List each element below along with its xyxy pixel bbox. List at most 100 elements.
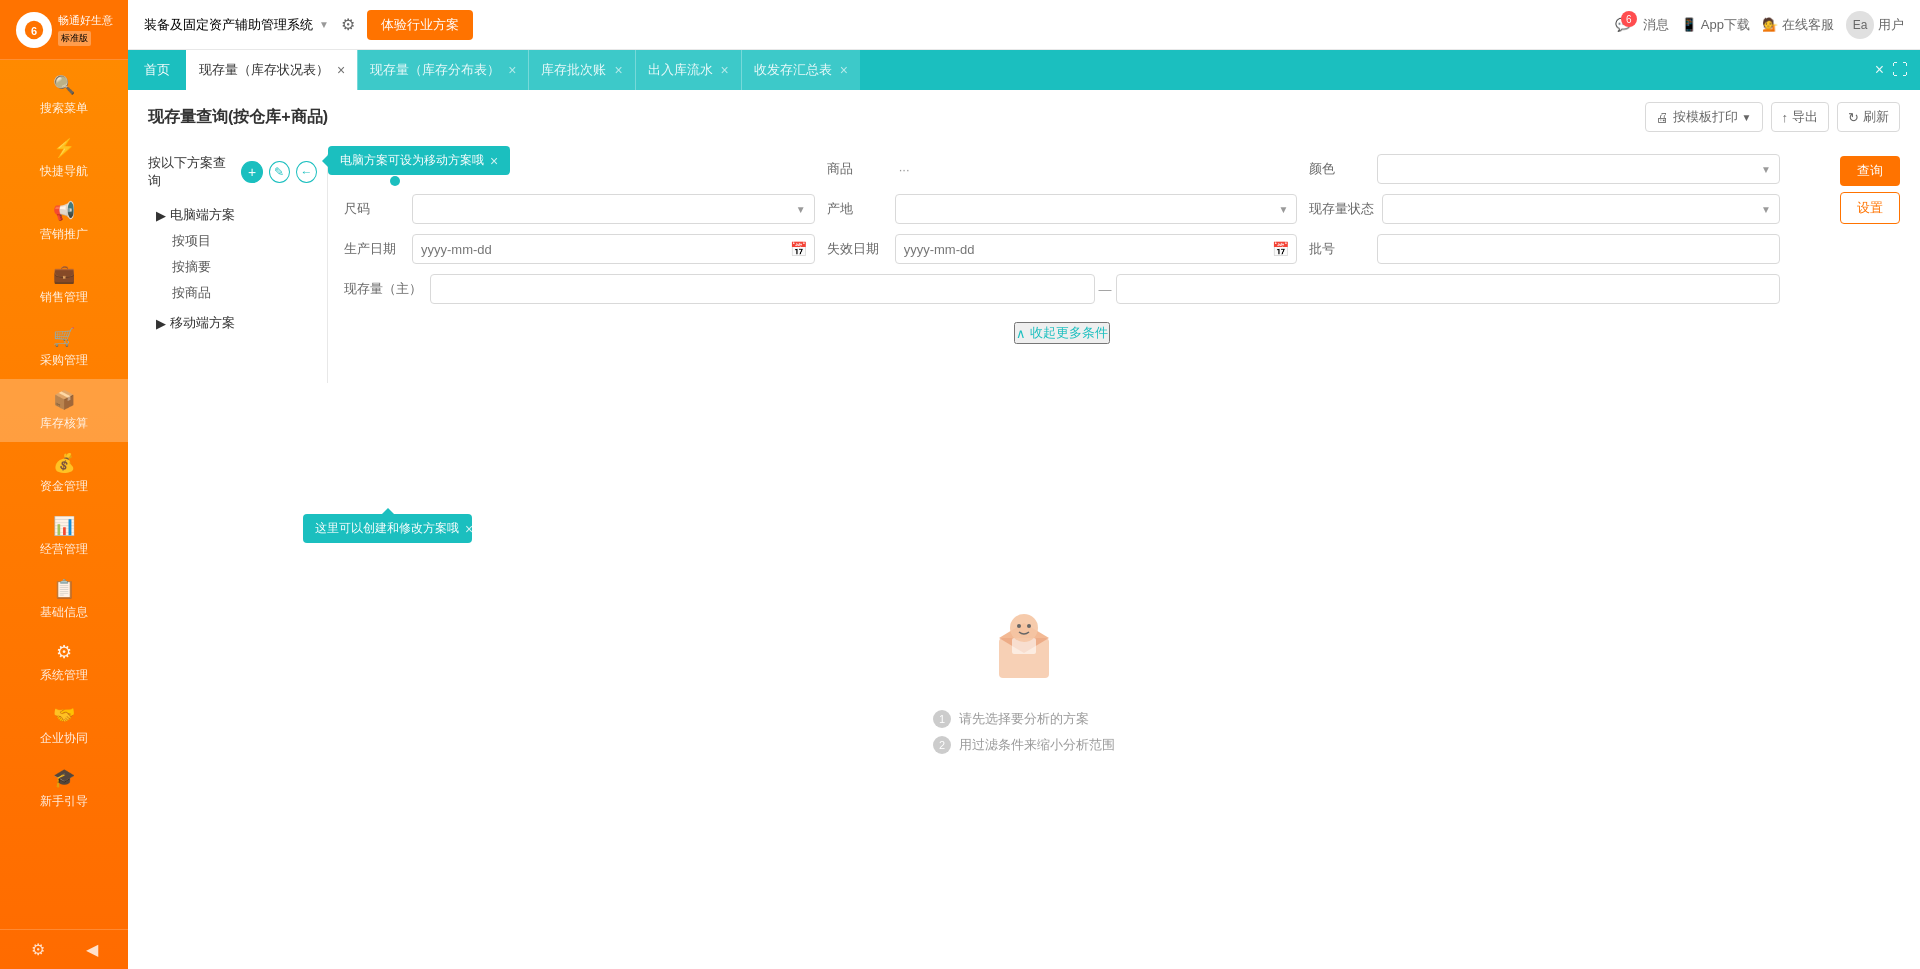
filter-field-status: 现存量状态 ▼	[1309, 194, 1780, 224]
app-download-btn[interactable]: 📱 App下载	[1681, 16, 1750, 34]
tab-inventory-dist-close[interactable]: ×	[508, 62, 516, 78]
filter-main-row: 按以下方案查询 + ✎ ← 电脑方案可设为移动方案哦 ×	[128, 144, 1920, 383]
filter-field-batch: 批号	[1309, 234, 1780, 264]
export-btn[interactable]: ↑ 导出	[1771, 102, 1830, 132]
filter-dots-2[interactable]: ···	[895, 162, 914, 177]
sidebar-item-basic-label: 基础信息	[40, 604, 88, 621]
scheme-group-mobile-header[interactable]: ▶ 移动端方案	[148, 310, 317, 336]
query-btn[interactable]: 查询	[1840, 156, 1900, 186]
system-title-select[interactable]: 装备及固定资产辅助管理系统 ▼	[144, 16, 329, 34]
scheme-item-project[interactable]: 按项目	[148, 228, 317, 254]
scheme-item-summary[interactable]: 按摘要	[148, 254, 317, 280]
expire-date-input[interactable]	[895, 234, 1298, 264]
logo-text-group: 畅通好生意 标准版	[58, 13, 113, 45]
sidebar-item-inventory[interactable]: 📦 库存核算	[0, 379, 128, 442]
tab-inventory-status-label: 现存量（库存状况表）	[199, 61, 329, 79]
app-download-label: App下载	[1701, 16, 1750, 34]
scheme-tooltip-close[interactable]: ×	[490, 153, 498, 169]
edit-scheme-btn[interactable]: ✎	[269, 161, 290, 183]
sidebar-item-system[interactable]: ⚙ 系统管理	[0, 631, 128, 694]
sidebar-item-search[interactable]: 🔍 搜索菜单	[0, 64, 128, 127]
sidebar-settings-btn[interactable]: ⚙	[31, 940, 45, 959]
arrow-scheme-btn[interactable]: ←	[296, 161, 317, 183]
batch-input[interactable]	[1377, 234, 1780, 264]
sidebar-item-finance[interactable]: 💰 资金管理	[0, 442, 128, 505]
tab-inventory-dist-label: 现存量（库存分布表）	[370, 61, 500, 79]
print-btn[interactable]: 🖨 按模板打印 ▼	[1645, 102, 1763, 132]
sidebar-item-operations[interactable]: 📊 经营管理	[0, 505, 128, 568]
step-num-1: 1	[933, 710, 951, 728]
svg-point-6	[1010, 614, 1038, 642]
collapse-row: ∧ 收起更多条件	[344, 314, 1780, 348]
collapse-btn[interactable]: ∧ 收起更多条件	[1014, 322, 1110, 344]
online-service-btn[interactable]: 💁 在线客服	[1762, 16, 1834, 34]
tab-summary-label: 收发存汇总表	[754, 61, 832, 79]
inventory-range-max[interactable]	[1116, 274, 1781, 304]
empty-step-1: 1 请先选择要分析的方案	[933, 710, 1115, 728]
export-btn-label: 导出	[1792, 108, 1818, 126]
produce-date-input[interactable]	[412, 234, 815, 264]
add-scheme-btn[interactable]: +	[241, 161, 262, 183]
step-num-2: 2	[933, 736, 951, 754]
refresh-btn[interactable]: ↻ 刷新	[1837, 102, 1900, 132]
notification-btn[interactable]: 💬 6	[1615, 17, 1631, 32]
system-title-text: 装备及固定资产辅助管理系统	[144, 16, 313, 34]
sidebar-item-basic[interactable]: 📋 基础信息	[0, 568, 128, 631]
origin-select[interactable]: ▼	[895, 194, 1298, 224]
scheme-item-product[interactable]: 按商品	[148, 280, 317, 306]
sidebar-item-purchase[interactable]: 🛒 采购管理	[0, 316, 128, 379]
tab-batch-account[interactable]: 库存批次账 ×	[528, 50, 634, 90]
sidebar-item-quicknav-label: 快捷导航	[40, 163, 88, 180]
edit-tooltip-close[interactable]: ×	[465, 521, 473, 537]
expire-date-icon[interactable]: 📅	[1272, 241, 1289, 257]
filter-label: 按以下方案查询	[148, 154, 235, 190]
tab-flow-close[interactable]: ×	[721, 62, 729, 78]
tab-inventory-status[interactable]: 现存量（库存状况表） ×	[186, 50, 357, 90]
tab-inventory-dist[interactable]: 现存量（库存分布表） ×	[357, 50, 528, 90]
range-separator: —	[1099, 282, 1112, 297]
finance-icon: 💰	[53, 452, 75, 474]
inventory-range-min[interactable]	[430, 274, 1095, 304]
logo-badge: 标准版	[58, 31, 91, 46]
tab-inventory-status-close[interactable]: ×	[337, 62, 345, 78]
sidebar-item-quicknav[interactable]: ⚡ 快捷导航	[0, 127, 128, 190]
status-select[interactable]: ▼	[1382, 194, 1780, 224]
sidebar-item-sales[interactable]: 💼 销售管理	[0, 253, 128, 316]
tab-close-all-btn[interactable]: ×	[1875, 61, 1884, 79]
tab-summary[interactable]: 收发存汇总表 ×	[741, 50, 860, 90]
sidebar-item-collab-label: 企业协同	[40, 730, 88, 747]
header-gear-btn[interactable]: ⚙	[341, 15, 355, 34]
sidebar-item-sales-label: 销售管理	[40, 289, 88, 306]
tab-batch-account-close[interactable]: ×	[614, 62, 622, 78]
sidebar-item-finance-label: 资金管理	[40, 478, 88, 495]
size-select[interactable]: ▼	[412, 194, 815, 224]
sidebar: 6 畅通好生意 标准版 🔍 搜索菜单 ⚡ 快捷导航 📢 营销推广 💼 销售管理 …	[0, 0, 128, 969]
tab-fullscreen-btn[interactable]: ⛶	[1892, 61, 1908, 79]
user-btn[interactable]: Ea 用户	[1846, 11, 1904, 39]
tab-flow[interactable]: 出入库流水 ×	[635, 50, 741, 90]
empty-state: 1 请先选择要分析的方案 2 用过滤条件来缩小分析范围	[128, 383, 1920, 969]
color-select-arrow: ▼	[1761, 164, 1771, 175]
trial-industry-btn[interactable]: 体验行业方案	[367, 10, 473, 40]
user-initials: Ea	[1853, 18, 1868, 32]
notification-label: 消息	[1643, 16, 1669, 34]
filter-field-product: 商品 ···	[827, 160, 1298, 178]
sidebar-collapse-btn[interactable]: ◀	[86, 940, 98, 959]
print-icon: 🖨	[1656, 110, 1669, 125]
tab-summary-close[interactable]: ×	[840, 62, 848, 78]
scheme-group-desktop-header[interactable]: ▶ 电脑端方案	[148, 202, 317, 228]
tab-home[interactable]: 首页	[128, 50, 186, 90]
sidebar-item-marketing[interactable]: 📢 营销推广	[0, 190, 128, 253]
sidebar-item-guide[interactable]: 🎓 新手引导	[0, 757, 128, 820]
tab-bar: 首页 现存量（库存状况表） × 现存量（库存分布表） × 库存批次账 × 出入库…	[128, 50, 1920, 90]
step-1-text: 请先选择要分析的方案	[959, 710, 1089, 728]
reset-btn[interactable]: 设置	[1840, 192, 1900, 224]
color-label: 颜色	[1309, 160, 1369, 178]
sidebar-bottom: ⚙ ◀	[0, 929, 128, 969]
export-icon: ↑	[1782, 110, 1789, 125]
scheme-section: ▶ 电脑端方案 按项目 按摘要 按商品 ▶ 移动端方案	[148, 198, 317, 344]
color-select[interactable]: ▼	[1377, 154, 1780, 184]
inventory-range-field: —	[430, 274, 1780, 304]
produce-date-icon[interactable]: 📅	[790, 241, 807, 257]
sidebar-item-collab[interactable]: 🤝 企业协同	[0, 694, 128, 757]
